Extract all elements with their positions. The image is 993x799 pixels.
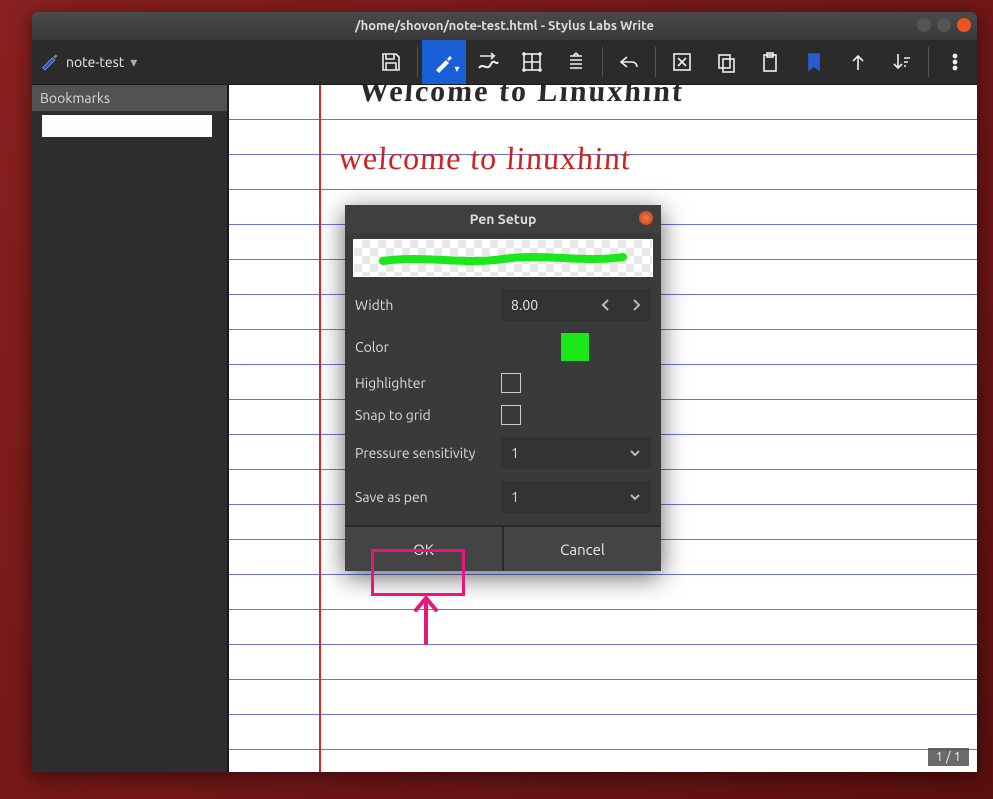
align-tool-button[interactable] <box>554 40 598 84</box>
bookmarks-list <box>32 111 227 772</box>
separator <box>655 47 656 77</box>
tab-dropdown-icon[interactable]: ▾ <box>130 54 137 71</box>
minimize-button[interactable] <box>917 18 931 32</box>
bookmark-button[interactable] <box>792 40 836 84</box>
pressure-row: Pressure sensitivity 1 <box>345 431 661 475</box>
separator <box>928 47 929 77</box>
pressure-select[interactable]: 1 <box>501 437 651 469</box>
close-button[interactable] <box>957 18 971 32</box>
overflow-menu-button[interactable] <box>933 40 977 84</box>
save-button[interactable] <box>369 40 413 84</box>
undo-button[interactable] <box>607 40 651 84</box>
toolbar-actions: ▾ <box>369 40 977 84</box>
handwriting-red: welcome to linuxhint <box>338 140 633 177</box>
snap-row: Snap to grid <box>345 399 661 431</box>
chevron-down-icon <box>619 437 651 469</box>
pen-preview <box>353 239 653 277</box>
separator <box>602 47 603 77</box>
page-thumbnail[interactable] <box>42 115 212 137</box>
window-controls <box>917 18 971 32</box>
cancel-button[interactable]: Cancel <box>502 527 661 571</box>
titlebar: /home/shovon/note-test.html - Stylus Lab… <box>32 12 977 40</box>
maximize-button[interactable] <box>937 18 951 32</box>
color-swatch[interactable] <box>561 333 589 361</box>
erase-box-button[interactable] <box>660 40 704 84</box>
color-row: Color <box>345 327 661 367</box>
dialog-title: Pen Setup <box>345 205 661 233</box>
up-button[interactable] <box>836 40 880 84</box>
sidebar: Bookmarks <box>32 85 229 772</box>
window-title: /home/shovon/note-test.html - Stylus Lab… <box>355 19 654 33</box>
toolbar: note-test ▾ ▾ <box>32 40 977 85</box>
width-label: Width <box>355 297 493 313</box>
margin-line <box>319 85 321 772</box>
snap-label: Snap to grid <box>355 407 493 423</box>
width-value: 8.00 <box>501 297 591 313</box>
ok-button[interactable]: OK <box>345 527 502 571</box>
copy-button[interactable] <box>704 40 748 84</box>
pen-tab-icon <box>40 51 60 74</box>
down-sort-button[interactable] <box>880 40 924 84</box>
saveas-select[interactable]: 1 <box>501 481 651 513</box>
clipboard-button[interactable] <box>748 40 792 84</box>
separator <box>417 47 418 77</box>
chevron-down-icon <box>619 481 651 513</box>
tab-label: note-test <box>66 54 124 70</box>
highlighter-row: Highlighter <box>345 367 661 399</box>
pen-setup-dialog: Pen Setup Width 8.00 Color Highlighter S… <box>345 205 661 571</box>
stroke-tool-button[interactable] <box>466 40 510 84</box>
width-increase[interactable] <box>621 289 651 321</box>
handwriting-black: Welcome to Linuxhint <box>358 85 685 109</box>
pressure-label: Pressure sensitivity <box>355 445 493 461</box>
width-decrease[interactable] <box>591 289 621 321</box>
pen-tool-button[interactable]: ▾ <box>422 40 466 84</box>
saveas-label: Save as pen <box>355 489 493 505</box>
document-tab[interactable]: note-test ▾ <box>32 51 151 74</box>
highlighter-label: Highlighter <box>355 375 493 391</box>
highlighter-checkbox[interactable] <box>501 373 521 393</box>
color-label: Color <box>355 339 553 355</box>
sidebar-heading: Bookmarks <box>32 85 227 111</box>
saveas-row: Save as pen 1 <box>345 475 661 519</box>
saveas-value: 1 <box>501 489 619 505</box>
pressure-value: 1 <box>501 445 619 461</box>
snap-checkbox[interactable] <box>501 405 521 425</box>
dialog-title-text: Pen Setup <box>470 211 537 227</box>
grid-tool-button[interactable] <box>510 40 554 84</box>
dialog-close-button[interactable] <box>639 211 653 225</box>
width-row: Width 8.00 <box>345 283 661 327</box>
dialog-buttons: OK Cancel <box>345 525 661 571</box>
page-indicator: 1 / 1 <box>928 748 969 766</box>
width-field[interactable]: 8.00 <box>501 289 651 321</box>
